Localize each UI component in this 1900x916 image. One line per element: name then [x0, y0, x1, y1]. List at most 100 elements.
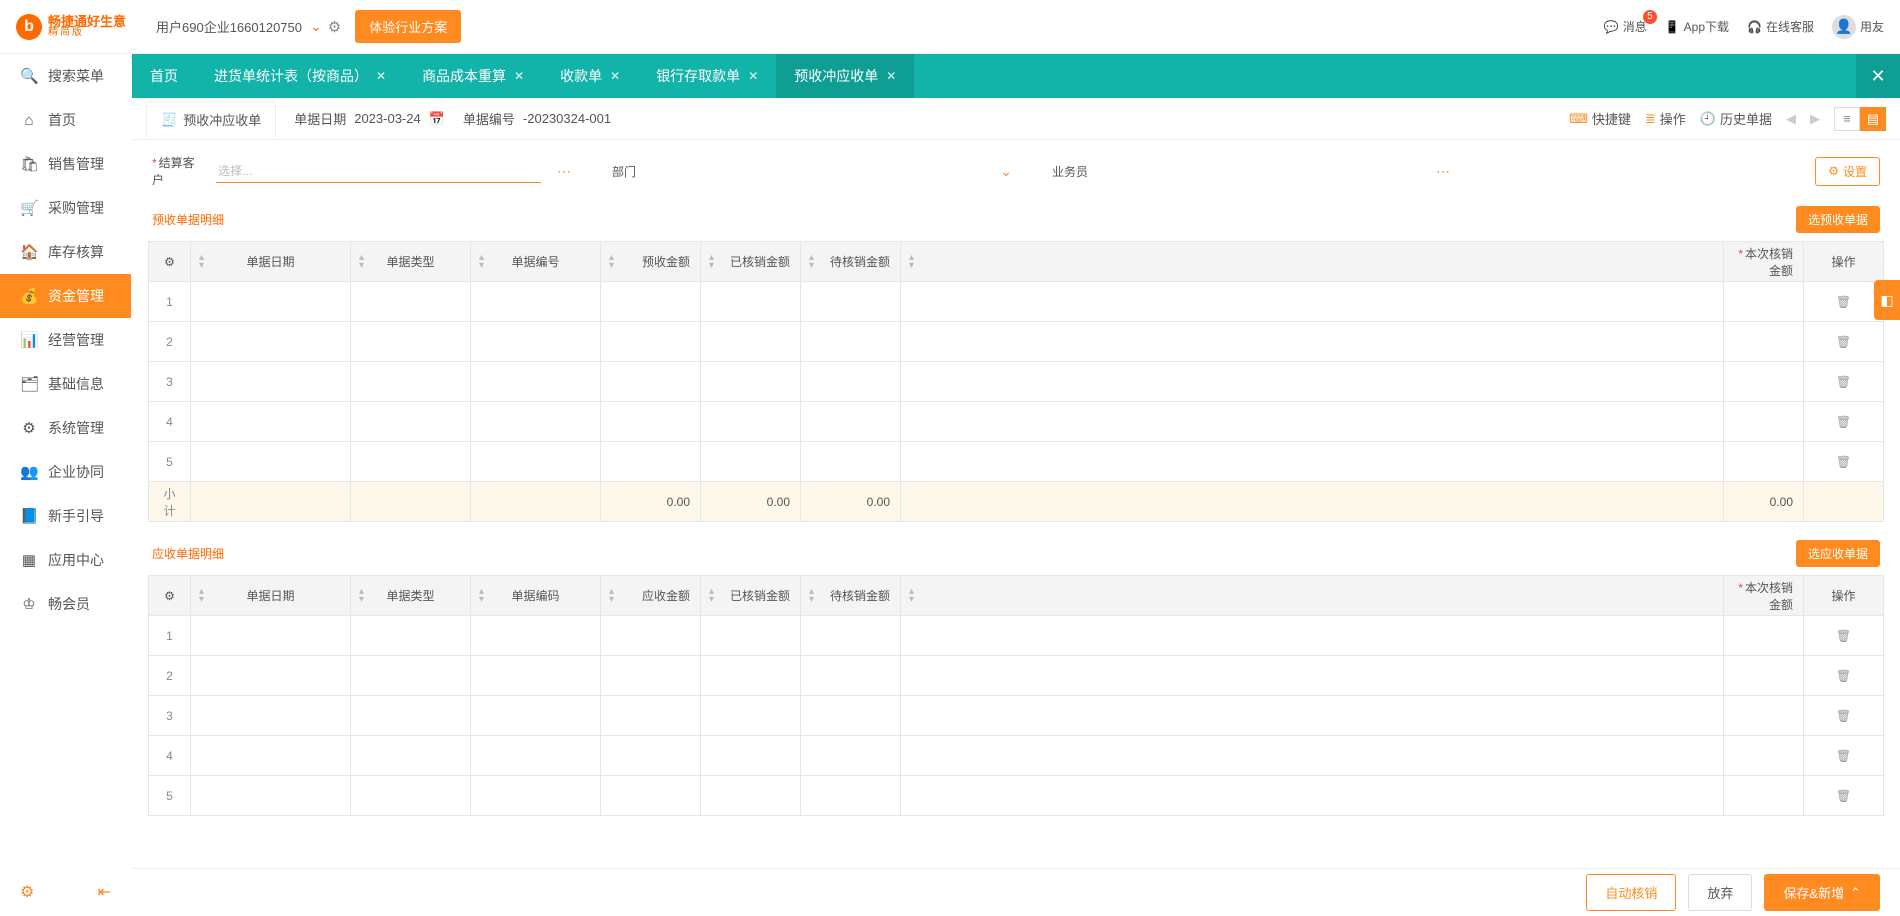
history-icon: 🕘: [1700, 111, 1716, 127]
table-row[interactable]: 4🗑: [149, 736, 1884, 776]
salesman-field[interactable]: 业务员 ⋯: [1052, 160, 1452, 183]
close-all-tabs-button[interactable]: ✕: [1856, 54, 1900, 98]
table-row[interactable]: 5🗑: [149, 776, 1884, 816]
col-pending-amount[interactable]: ▴▾待核销金额: [801, 576, 901, 616]
delete-row-button[interactable]: 🗑: [1804, 362, 1884, 402]
trial-button[interactable]: 体验行业方案: [355, 10, 461, 43]
sidebar-item-system[interactable]: ⚙系统管理: [0, 406, 131, 450]
messages-link[interactable]: 💬 消息 5: [1604, 18, 1647, 35]
delete-row-button[interactable]: 🗑: [1804, 776, 1884, 816]
delete-row-button[interactable]: 🗑: [1804, 696, 1884, 736]
discard-button[interactable]: 放弃: [1688, 874, 1752, 911]
dept-input[interactable]: [648, 160, 968, 183]
col-doc-date[interactable]: ▴▾单据日期: [191, 576, 351, 616]
tab-cost-recalc[interactable]: 商品成本重算✕: [404, 54, 542, 98]
gear-icon[interactable]: ⚙: [328, 18, 341, 36]
delete-row-button[interactable]: 🗑: [1804, 322, 1884, 362]
select-receivable-button[interactable]: 选应收单据: [1796, 540, 1880, 567]
app-download-link[interactable]: 📱 App下载: [1665, 18, 1729, 35]
org-selector[interactable]: 用户690企业1660120750 ⌄: [156, 17, 322, 36]
table-row[interactable]: 2🗑: [149, 656, 1884, 696]
operate-link[interactable]: ≣操作: [1645, 109, 1686, 128]
sidebar-item-purchase[interactable]: 🛒采购管理: [0, 186, 131, 230]
customer-field[interactable]: *结算客户 ⋯: [152, 154, 572, 188]
col-this-verify-amount[interactable]: *本次核销金额: [1724, 576, 1804, 616]
table-row[interactable]: 3🗑: [149, 362, 1884, 402]
receivable-section-title: 应收单据明细: [152, 545, 224, 562]
sidebar-item-guide[interactable]: 📘新手引导: [0, 494, 131, 538]
delete-row-button[interactable]: 🗑: [1804, 282, 1884, 322]
col-pending-amount[interactable]: ▴▾待核销金额: [801, 242, 901, 282]
tab-prepay-offset[interactable]: 预收冲应收单✕: [776, 54, 914, 98]
save-new-button[interactable]: 保存&新增⌃: [1764, 874, 1880, 911]
close-icon[interactable]: ✕: [610, 69, 620, 83]
side-drawer-toggle[interactable]: ◧: [1874, 280, 1900, 320]
collapse-icon[interactable]: ⇤: [98, 882, 111, 902]
sidebar-item-appcenter[interactable]: ▦应用中心: [0, 538, 131, 582]
history-link[interactable]: 🕘历史单据: [1700, 109, 1772, 128]
delete-row-button[interactable]: 🗑: [1804, 442, 1884, 482]
table-row[interactable]: 4🗑: [149, 402, 1884, 442]
tab-receipt[interactable]: 收款单✕: [542, 54, 638, 98]
delete-row-button[interactable]: 🗑: [1804, 616, 1884, 656]
delete-row-button[interactable]: 🗑: [1804, 736, 1884, 776]
tab-home[interactable]: 首页: [132, 54, 196, 98]
col-verified-amount[interactable]: ▴▾已核销金额: [701, 576, 801, 616]
ellipsis-icon[interactable]: ⋯: [557, 163, 572, 180]
user-menu[interactable]: 👤 用友: [1832, 15, 1884, 39]
sidebar-item-sales[interactable]: 🛍销售管理: [0, 142, 131, 186]
tab-inbound-report[interactable]: 进货单统计表（按商品）✕: [196, 54, 404, 98]
col-verified-amount[interactable]: ▴▾已核销金额: [701, 242, 801, 282]
col-this-verify-amount[interactable]: *本次核销金额: [1724, 242, 1804, 282]
tab-bank-withdraw[interactable]: 银行存取款单✕: [638, 54, 776, 98]
doc-type-tab[interactable]: 🧾 预收冲应收单: [146, 101, 276, 138]
customer-input[interactable]: [216, 160, 541, 183]
dept-field[interactable]: 部门 ⌄: [612, 160, 1012, 183]
prepay-table: ⚙ ▴▾单据日期 ▴▾单据类型 ▴▾单据编号 ▴▾预收金额 ▴▾已核销金额 ▴▾…: [148, 241, 1884, 522]
delete-row-button[interactable]: 🗑: [1804, 656, 1884, 696]
ellipsis-icon[interactable]: ⋯: [1436, 163, 1451, 180]
close-icon[interactable]: ✕: [748, 69, 758, 83]
table-row[interactable]: 5🗑: [149, 442, 1884, 482]
col-doc-type[interactable]: ▴▾单据类型: [351, 576, 471, 616]
column-config-button[interactable]: ⚙: [149, 242, 191, 282]
doc-date-field[interactable]: 单据日期 2023-03-24 📅: [294, 109, 445, 128]
close-icon[interactable]: ✕: [886, 69, 896, 83]
sidebar-item-home[interactable]: ⌂首页: [0, 98, 131, 142]
prev-doc-icon[interactable]: ◀: [1786, 111, 1796, 127]
col-prepay-amount[interactable]: ▴▾预收金额: [601, 242, 701, 282]
sidebar-item-search[interactable]: 🔍搜索菜单: [0, 54, 131, 98]
col-doc-no[interactable]: ▴▾单据编号: [471, 242, 601, 282]
table-row[interactable]: 2🗑: [149, 322, 1884, 362]
receivable-table: ⚙ ▴▾单据日期 ▴▾单据类型 ▴▾单据编码 ▴▾应收金额 ▴▾已核销金额 ▴▾…: [148, 575, 1884, 816]
sidebar-item-basicinfo[interactable]: 🗂基础信息: [0, 362, 131, 406]
sidebar-item-operations[interactable]: 📊经营管理: [0, 318, 131, 362]
table-row[interactable]: 1🗑: [149, 616, 1884, 656]
column-config-button[interactable]: ⚙: [149, 576, 191, 616]
salesman-input[interactable]: [1100, 160, 1420, 183]
col-receivable-amount[interactable]: ▴▾应收金额: [601, 576, 701, 616]
select-prepay-button[interactable]: 选预收单据: [1796, 206, 1880, 233]
wallet-icon: 💰: [20, 287, 38, 305]
view-list-button[interactable]: ≡: [1834, 107, 1860, 131]
col-doc-date[interactable]: ▴▾单据日期: [191, 242, 351, 282]
sidebar-item-funds[interactable]: 💰资金管理: [0, 274, 131, 318]
close-icon[interactable]: ✕: [514, 69, 524, 83]
delete-row-button[interactable]: 🗑: [1804, 402, 1884, 442]
table-row[interactable]: 3🗑: [149, 696, 1884, 736]
sidebar-item-inventory[interactable]: 🏠库存核算: [0, 230, 131, 274]
view-form-button[interactable]: ▤: [1860, 107, 1886, 131]
auto-verify-button[interactable]: 自动核销: [1586, 874, 1676, 911]
sidebar-item-collab[interactable]: 👥企业协同: [0, 450, 131, 494]
table-row[interactable]: 1🗑: [149, 282, 1884, 322]
chevron-down-icon[interactable]: ⌄: [1000, 163, 1012, 180]
col-doc-code[interactable]: ▴▾单据编码: [471, 576, 601, 616]
shortcut-link[interactable]: ⌨快捷键: [1569, 109, 1631, 128]
close-icon[interactable]: ✕: [376, 69, 386, 83]
sidebar-item-member[interactable]: ♔畅会员: [0, 582, 131, 626]
support-link[interactable]: 🎧 在线客服: [1747, 18, 1814, 35]
next-doc-icon[interactable]: ▶: [1810, 111, 1820, 127]
sidebar-gear-icon[interactable]: ⚙: [20, 882, 34, 902]
col-doc-type[interactable]: ▴▾单据类型: [351, 242, 471, 282]
settings-button[interactable]: ⚙设置: [1815, 157, 1880, 186]
